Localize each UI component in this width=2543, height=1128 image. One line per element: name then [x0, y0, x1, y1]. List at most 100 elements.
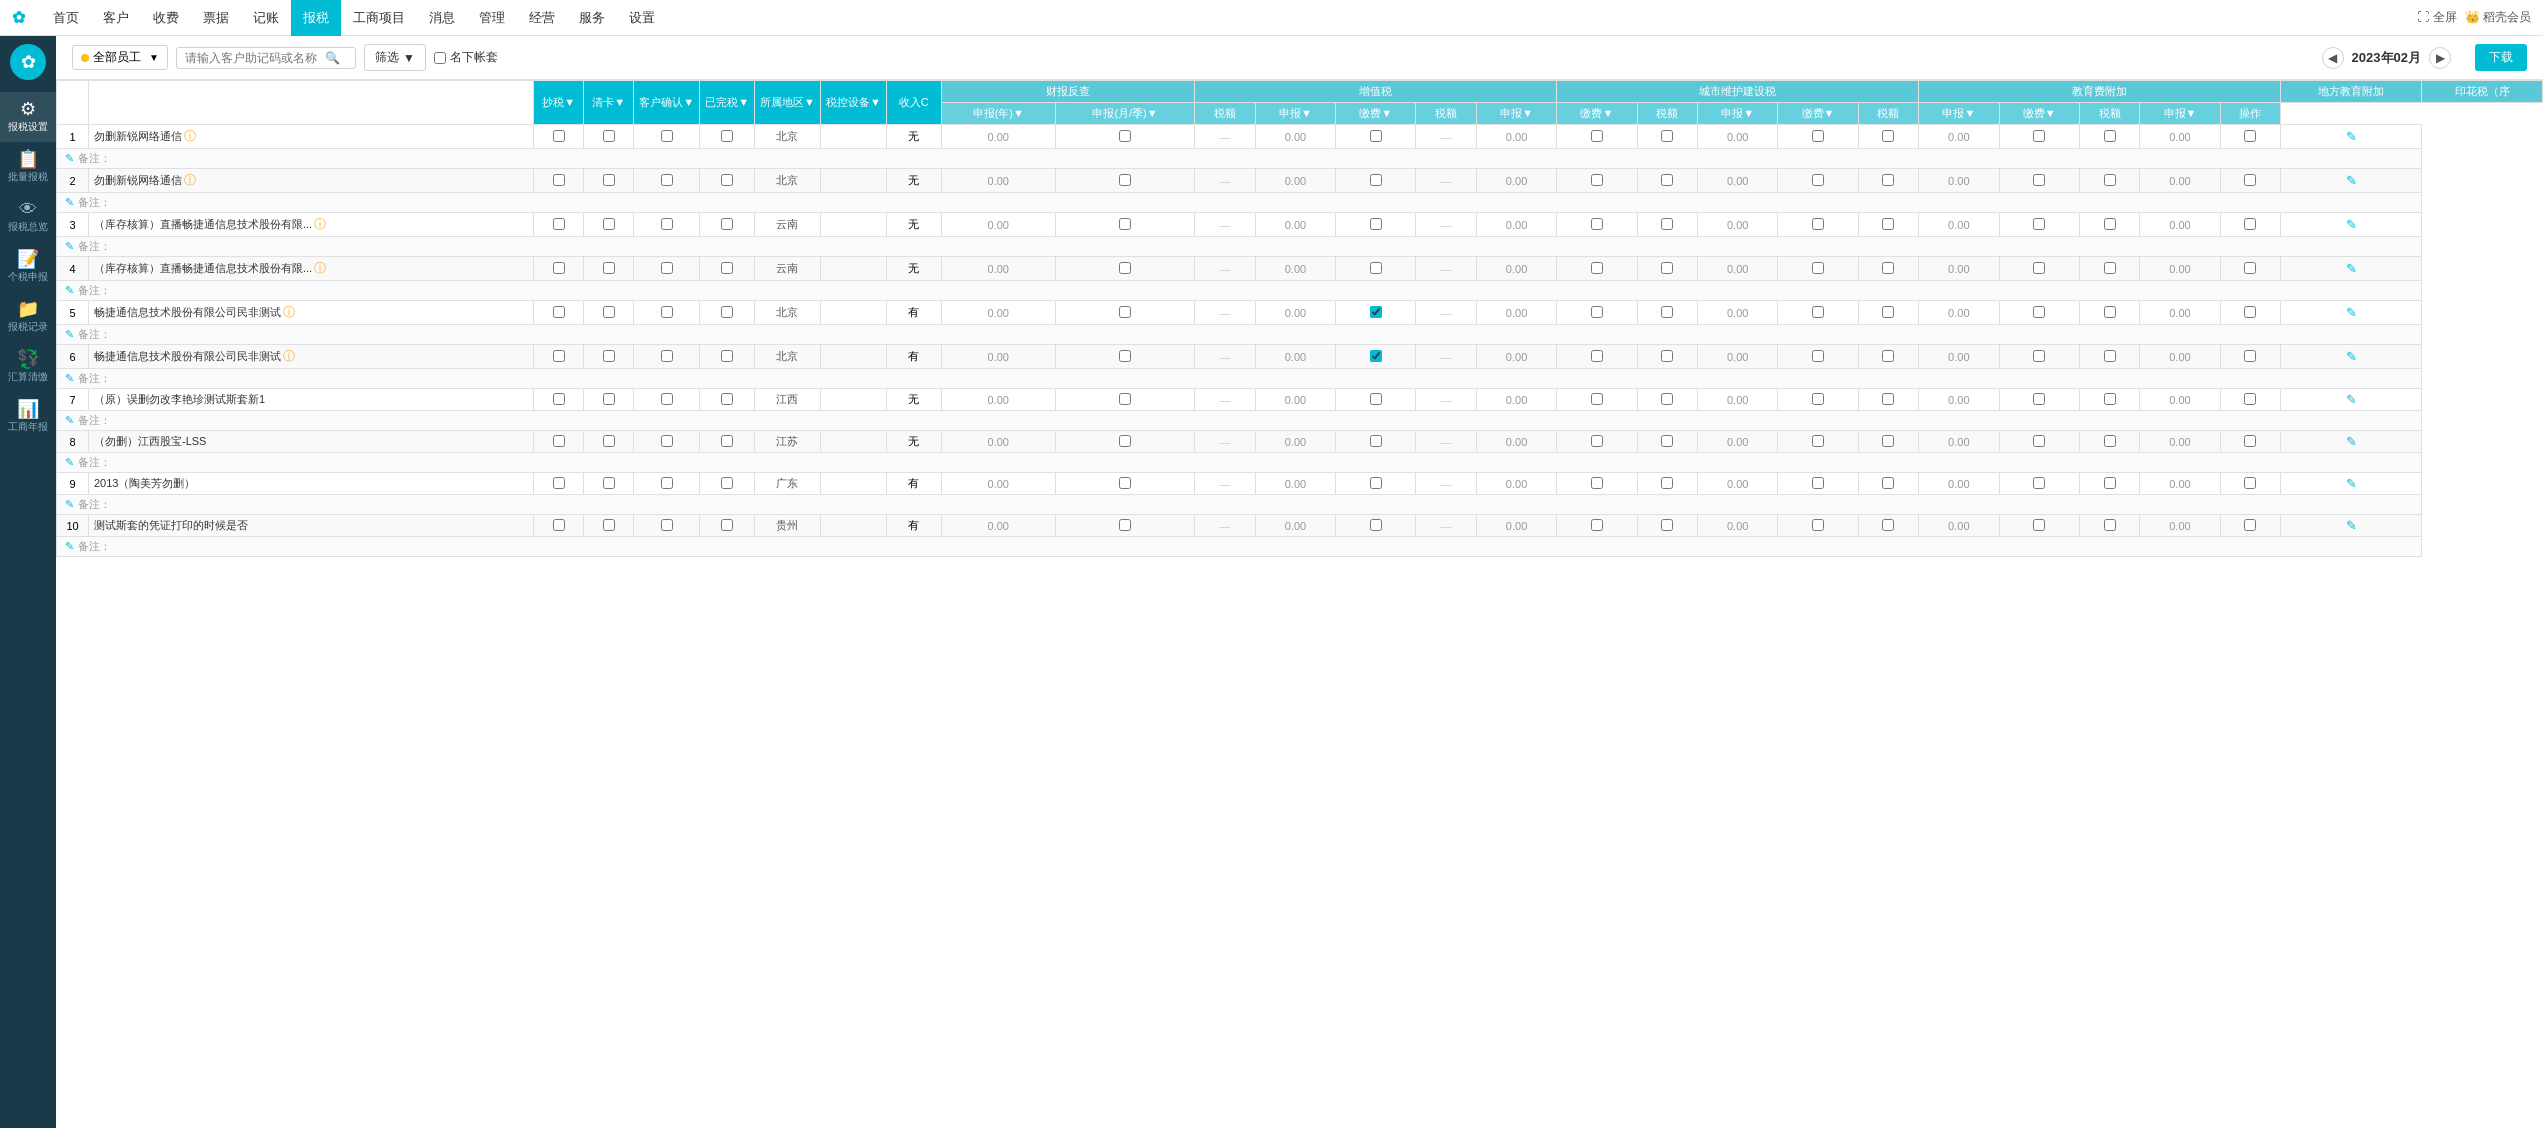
search-box[interactable]: 🔍 — [176, 47, 356, 69]
edit-icon[interactable]: ✎ — [2346, 518, 2357, 533]
row-local-edu-declare[interactable] — [1999, 515, 2079, 537]
row-checkbox-3[interactable] — [700, 515, 755, 537]
row-fin-year[interactable] — [1055, 389, 1195, 411]
row-checkbox-2[interactable] — [634, 431, 700, 453]
row-fin-year[interactable] — [1055, 345, 1195, 369]
col-header-device[interactable]: 税控设备▼ — [820, 81, 886, 125]
row-checkbox-0[interactable] — [534, 515, 584, 537]
row-edu-declare[interactable] — [1778, 389, 1858, 411]
nav-manage[interactable]: 管理 — [467, 0, 517, 36]
row-checkbox-3[interactable] — [700, 257, 755, 281]
row-city-declare[interactable] — [1557, 515, 1637, 537]
row-checkbox-2[interactable] — [634, 473, 700, 495]
row-checkbox-3[interactable] — [700, 301, 755, 325]
col-local-edu-pay[interactable]: 缴费▼ — [1999, 103, 2079, 125]
row-local-edu-pay[interactable] — [2079, 515, 2139, 537]
row-checkbox-0[interactable] — [534, 257, 584, 281]
row-edu-pay[interactable] — [1858, 431, 1918, 453]
row-edu-declare[interactable] — [1778, 473, 1858, 495]
row-checkbox-2[interactable] — [634, 345, 700, 369]
row-edu-pay[interactable] — [1858, 257, 1918, 281]
row-local-edu-pay[interactable] — [2079, 345, 2139, 369]
col-local-edu-declare[interactable]: 申报▼ — [1919, 103, 1999, 125]
row-stamp-declare[interactable] — [2220, 213, 2280, 237]
row-fin-year[interactable] — [1055, 125, 1195, 149]
row-city-declare[interactable] — [1557, 431, 1637, 453]
nav-operation[interactable]: 经营 — [517, 0, 567, 36]
row-fin-year[interactable] — [1055, 473, 1195, 495]
nav-home[interactable]: 首页 — [41, 0, 91, 36]
col-header-name[interactable]: 客户名称 — [89, 81, 534, 125]
row-edu-declare[interactable] — [1778, 301, 1858, 325]
edit-icon[interactable]: ✎ — [2346, 217, 2357, 232]
col-stamp-declare[interactable]: 申报▼ — [2140, 103, 2220, 125]
row-edu-pay[interactable] — [1858, 515, 1918, 537]
row-checkbox-2[interactable] — [634, 515, 700, 537]
row-local-edu-pay[interactable] — [2079, 473, 2139, 495]
row-checkbox-0[interactable] — [534, 301, 584, 325]
row-checkbox-3[interactable] — [700, 389, 755, 411]
row-local-edu-declare[interactable] — [1999, 473, 2079, 495]
row-stamp-declare[interactable] — [2220, 389, 2280, 411]
row-checkbox-1[interactable] — [584, 169, 634, 193]
row-vat-declare[interactable] — [1336, 169, 1416, 193]
row-fin-year[interactable] — [1055, 257, 1195, 281]
row-vat-declare[interactable] — [1336, 301, 1416, 325]
row-city-declare[interactable] — [1557, 125, 1637, 149]
row-edu-declare[interactable] — [1778, 213, 1858, 237]
account-set-checkbox[interactable] — [434, 52, 446, 64]
row-action[interactable]: ✎ — [2281, 431, 2422, 453]
col-header-region[interactable]: 所属地区▼ — [755, 81, 821, 125]
row-checkbox-2[interactable] — [634, 389, 700, 411]
sidebar-item-tax-record[interactable]: 📁 报税记录 — [0, 292, 56, 342]
nav-fee[interactable]: 收费 — [141, 0, 191, 36]
row-checkbox-2[interactable] — [634, 213, 700, 237]
edit-icon[interactable]: ✎ — [2346, 261, 2357, 276]
col-edu-pay[interactable]: 缴费▼ — [1778, 103, 1858, 125]
row-local-edu-declare[interactable] — [1999, 389, 2079, 411]
row-stamp-declare[interactable] — [2220, 431, 2280, 453]
row-edu-declare[interactable] — [1778, 125, 1858, 149]
next-month-button[interactable]: ▶ — [2429, 47, 2451, 69]
row-stamp-declare[interactable] — [2220, 515, 2280, 537]
nav-invoice[interactable]: 票据 — [191, 0, 241, 36]
row-vat-declare[interactable] — [1336, 257, 1416, 281]
search-input[interactable] — [185, 51, 325, 65]
row-edu-declare[interactable] — [1778, 169, 1858, 193]
row-stamp-declare[interactable] — [2220, 257, 2280, 281]
row-checkbox-1[interactable] — [584, 213, 634, 237]
row-city-pay[interactable] — [1637, 473, 1697, 495]
row-stamp-declare[interactable] — [2220, 473, 2280, 495]
col-header-qingka[interactable]: 清卡▼ — [584, 81, 634, 125]
row-vat-declare[interactable] — [1336, 389, 1416, 411]
row-city-pay[interactable] — [1637, 301, 1697, 325]
row-checkbox-1[interactable] — [584, 345, 634, 369]
row-checkbox-3[interactable] — [700, 345, 755, 369]
nav-tax[interactable]: 报税 — [291, 0, 341, 36]
edit-icon[interactable]: ✎ — [2346, 434, 2357, 449]
row-city-declare[interactable] — [1557, 257, 1637, 281]
row-city-declare[interactable] — [1557, 473, 1637, 495]
row-checkbox-2[interactable] — [634, 301, 700, 325]
nav-settings[interactable]: 设置 — [617, 0, 667, 36]
sidebar-item-personal-tax[interactable]: 📝 个税申报 — [0, 242, 56, 292]
row-checkbox-2[interactable] — [634, 257, 700, 281]
col-header-confirm[interactable]: 客户确认▼ — [634, 81, 700, 125]
row-city-pay[interactable] — [1637, 169, 1697, 193]
col-sub-fin-month[interactable]: 申报(月/季)▼ — [1055, 103, 1195, 125]
row-checkbox-0[interactable] — [534, 389, 584, 411]
row-local-edu-declare[interactable] — [1999, 345, 2079, 369]
row-checkbox-1[interactable] — [584, 125, 634, 149]
row-edu-pay[interactable] — [1858, 301, 1918, 325]
row-edu-pay[interactable] — [1858, 213, 1918, 237]
col-city-declare[interactable]: 申报▼ — [1476, 103, 1556, 125]
row-local-edu-declare[interactable] — [1999, 431, 2079, 453]
account-set-checkbox-label[interactable]: 名下帐套 — [434, 49, 498, 66]
row-local-edu-pay[interactable] — [2079, 301, 2139, 325]
row-action[interactable]: ✎ — [2281, 473, 2422, 495]
row-checkbox-0[interactable] — [534, 125, 584, 149]
col-header-chaosui[interactable]: 抄税▼ — [534, 81, 584, 125]
row-checkbox-0[interactable] — [534, 169, 584, 193]
row-checkbox-1[interactable] — [584, 389, 634, 411]
row-checkbox-3[interactable] — [700, 473, 755, 495]
